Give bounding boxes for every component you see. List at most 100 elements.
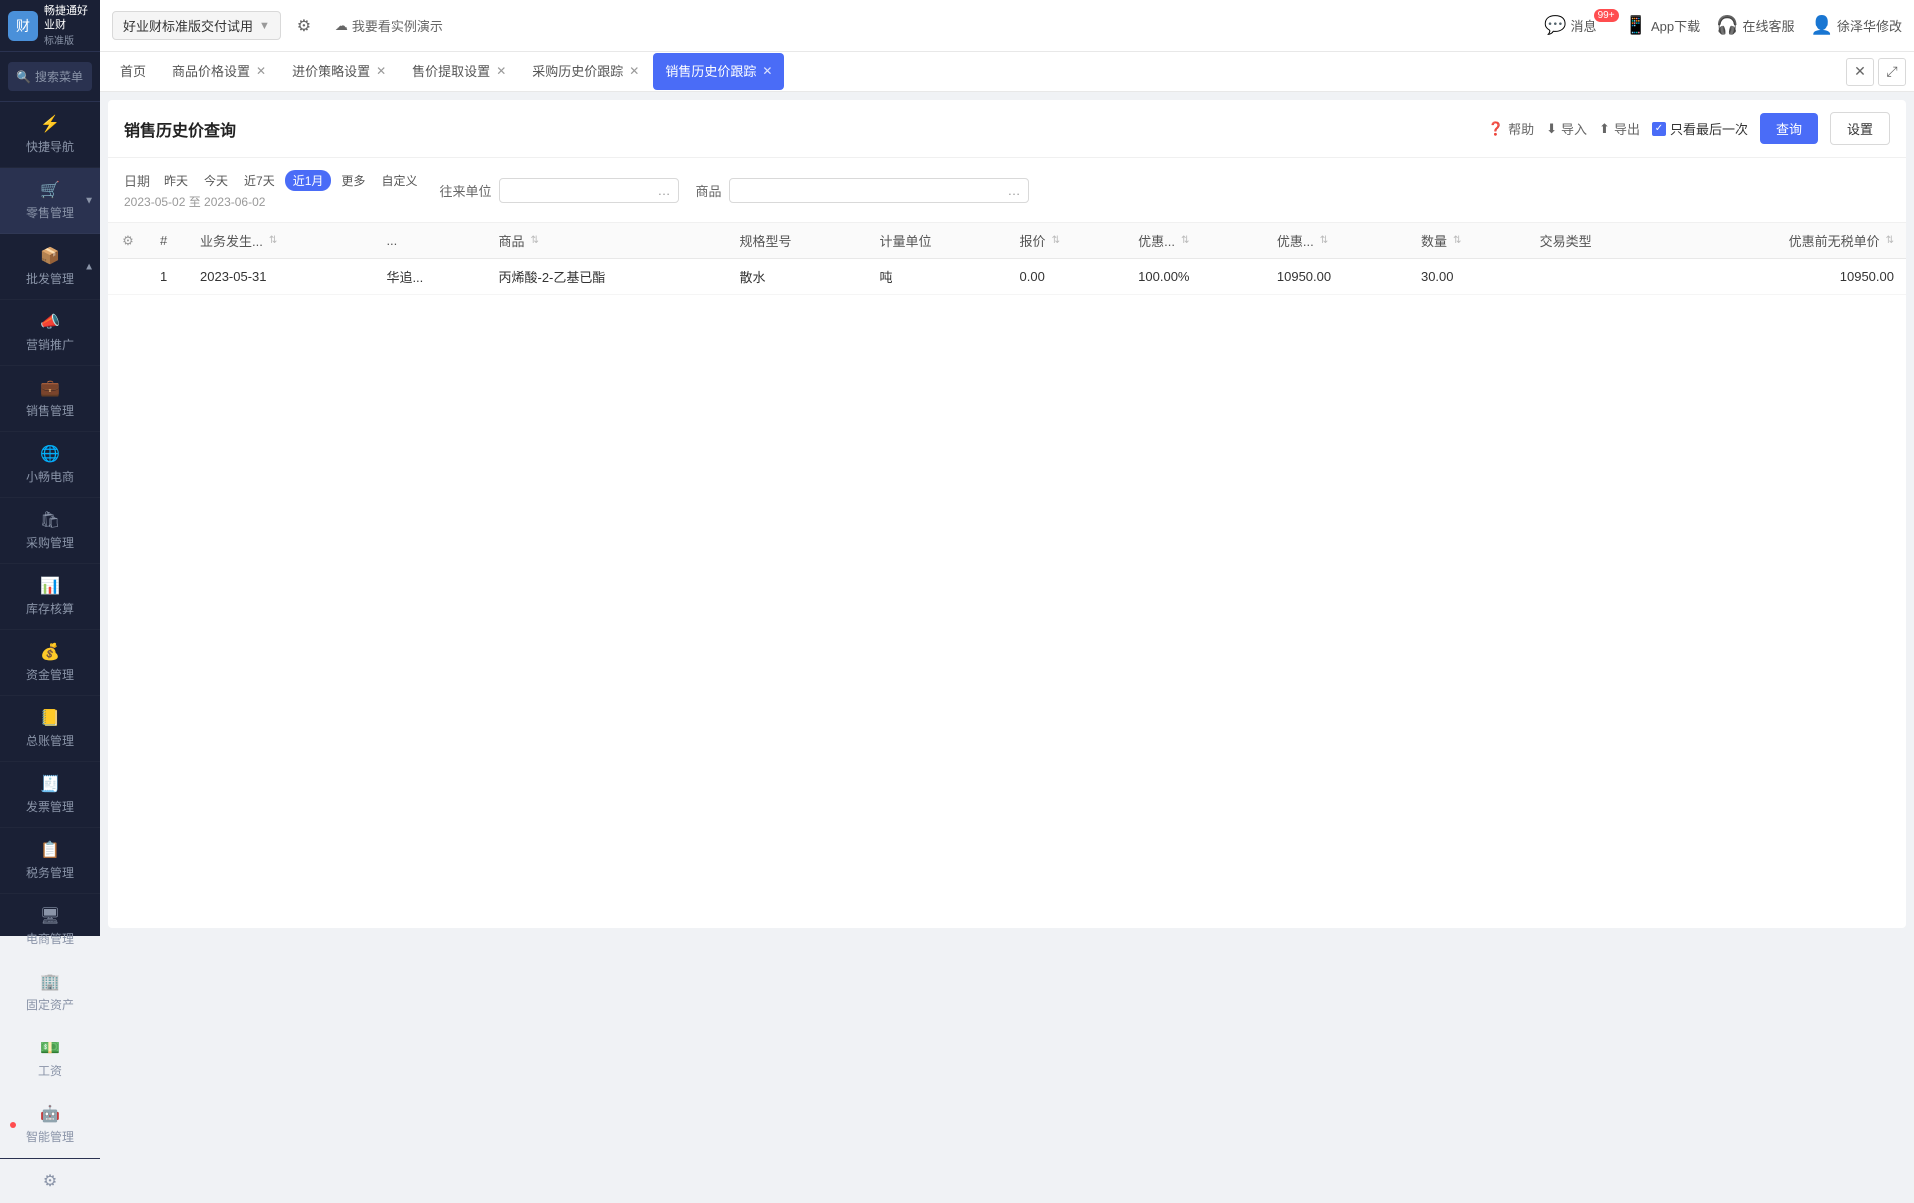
sidebar-item-marketing[interactable]: 📣 营销推广 <box>0 300 100 366</box>
sidebar-item-smart[interactable]: 🤖 智能管理 <box>0 1092 100 1158</box>
col-price[interactable]: 报价 ⇅ <box>1008 223 1127 259</box>
sidebar-item-sales[interactable]: 💼 销售管理 <box>0 366 100 432</box>
sidebar-item-tax[interactable]: 📋 税务管理 <box>0 828 100 894</box>
sidebar-item-salary[interactable]: 💵 工资 <box>0 1026 100 1092</box>
sidebar-item-purchase[interactable]: 🛍 采购管理 <box>0 498 100 564</box>
sidebar-item-assets[interactable]: 🏢 固定资产 <box>0 960 100 1026</box>
tab-sale-extract[interactable]: 售价提取设置 ✕ <box>400 53 518 90</box>
source-input[interactable]: … <box>499 178 679 203</box>
tab-purchase-history-close[interactable]: ✕ <box>629 64 639 78</box>
help-button[interactable]: ❓ 帮助 <box>1488 119 1534 138</box>
col-discount-amt[interactable]: 优惠... ⇅ <box>1265 223 1409 259</box>
col-pretax-price[interactable]: 优惠前无税单价 ⇅ <box>1668 223 1906 259</box>
col-product[interactable]: 商品 ⇅ <box>486 223 727 259</box>
col-quantity[interactable]: 数量 ⇅ <box>1409 223 1528 259</box>
inventory-icon: 📊 <box>40 576 60 596</box>
finance-icon: 💰 <box>40 642 60 662</box>
page-header-actions: ❓ 帮助 ⬇ 导入 ⬆ 导出 ✓ 只看最后一次 查询 设置 <box>1488 112 1890 145</box>
cell-discount-pct: 100.00% <box>1126 259 1265 295</box>
sidebar-settings-button[interactable]: ⚙ <box>0 1158 100 1203</box>
tab-product-price-close[interactable]: ✕ <box>256 64 266 78</box>
gear-icon: ⚙ <box>297 16 311 36</box>
sidebar-item-invoice[interactable]: 🧾 发票管理 <box>0 762 100 828</box>
user-menu[interactable]: 👤 徐泽华修改 <box>1811 15 1902 36</box>
query-button[interactable]: 查询 <box>1760 113 1818 144</box>
tab-purchase-strategy-close[interactable]: ✕ <box>376 64 386 78</box>
tab-sale-extract-close[interactable]: ✕ <box>496 64 506 78</box>
col-extra[interactable]: ... <box>374 223 486 259</box>
cell-num: 1 <box>148 259 188 295</box>
version-dropdown-icon: ▼ <box>259 20 270 32</box>
cell-extra: 华追... <box>374 259 486 295</box>
cell-spec: 散水 <box>728 259 868 295</box>
col-quantity-sort-icon: ⇅ <box>1453 235 1461 246</box>
export-button[interactable]: ⬆ 导出 <box>1599 119 1640 138</box>
sidebar-item-inventory[interactable]: 📊 库存核算 <box>0 564 100 630</box>
col-date[interactable]: 业务发生... ⇅ <box>188 223 374 259</box>
nav-icon: ⚡ <box>40 114 60 134</box>
col-pretax-price-label: 优惠前无税单价 <box>1789 231 1880 250</box>
sidebar-item-nav[interactable]: ⚡ 快捷导航 <box>0 102 100 168</box>
date-last1m[interactable]: 近1月 <box>285 170 332 191</box>
col-product-sort-icon: ⇅ <box>531 235 539 246</box>
headset-icon: 🎧 <box>1716 15 1738 36</box>
sidebar-item-ecommerce[interactable]: 🖥 电商管理 <box>0 894 100 960</box>
version-selector[interactable]: 好业财标准版交付试用 ▼ <box>112 11 281 40</box>
tab-purchase-history-label: 采购历史价跟踪 <box>532 61 623 80</box>
table-row[interactable]: 1 2023-05-31 华追... 丙烯酸-2-乙基已酯 散水 吨 0.00 … <box>108 259 1906 295</box>
col-trans-type-label: 交易类型 <box>1540 231 1592 250</box>
col-discount-amt-label: 优惠... <box>1277 231 1314 250</box>
tab-purchase-strategy[interactable]: 进价策略设置 ✕ <box>280 53 398 90</box>
import-button[interactable]: ⬇ 导入 <box>1546 119 1587 138</box>
product-input[interactable]: … <box>729 178 1029 203</box>
setting-button[interactable]: 设置 <box>1830 112 1890 145</box>
data-table-wrapper: ⚙ # 业务发生... ⇅ ... <box>108 223 1906 928</box>
last-only-checkbox[interactable]: ✓ 只看最后一次 <box>1652 119 1748 138</box>
smart-icon: 🤖 <box>40 1104 60 1124</box>
message-button[interactable]: 💬 99+ 消息 <box>1544 15 1608 36</box>
tab-purchase-history[interactable]: 采购历史价跟踪 ✕ <box>520 53 651 90</box>
data-table: ⚙ # 业务发生... ⇅ ... <box>108 223 1906 295</box>
tab-home[interactable]: 首页 <box>108 53 158 90</box>
col-discount-pct[interactable]: 优惠... ⇅ <box>1126 223 1265 259</box>
sidebar-search-section: 🔍 搜索菜单 <box>0 52 100 102</box>
date-yesterday[interactable]: 昨天 <box>158 170 194 191</box>
service-label: 在线客服 <box>1743 16 1795 35</box>
cell-pretax-price: 10950.00 <box>1668 259 1906 295</box>
sidebar-item-finance[interactable]: 💰 资金管理 <box>0 630 100 696</box>
sidebar-item-retail[interactable]: 🛒 零售管理 ▼ <box>0 168 100 234</box>
product-dots-button[interactable]: … <box>1007 183 1020 198</box>
cell-date: 2023-05-31 <box>188 259 374 295</box>
date-last7[interactable]: 近7天 <box>238 170 281 191</box>
col-unit: 计量单位 <box>868 223 1008 259</box>
col-discount-pct-sort-icon: ⇅ <box>1181 235 1189 246</box>
demo-link[interactable]: ☁ 我要看实例演示 <box>335 16 443 35</box>
salary-icon: 💵 <box>40 1038 60 1058</box>
sidebar-item-ledger[interactable]: 📒 总账管理 <box>0 696 100 762</box>
date-custom[interactable]: 自定义 <box>375 170 423 191</box>
tab-product-price[interactable]: 商品价格设置 ✕ <box>160 53 278 90</box>
sidebar-item-invoice-label: 发票管理 <box>26 798 74 815</box>
version-settings-button[interactable]: ⚙ <box>289 11 319 41</box>
date-more[interactable]: 更多 <box>335 170 371 191</box>
tab-sale-history[interactable]: 销售历史价跟踪 ✕ <box>653 53 784 90</box>
source-dots-button[interactable]: … <box>657 183 670 198</box>
service-button[interactable]: 🎧 在线客服 <box>1716 15 1794 36</box>
app-download-button[interactable]: 📱 App下载 <box>1625 15 1701 36</box>
sidebar-item-sales-label: 销售管理 <box>26 402 74 419</box>
search-menu-button[interactable]: 🔍 搜索菜单 <box>8 62 92 91</box>
col-quantity-label: 数量 <box>1421 231 1447 250</box>
date-filter-label: 日期 <box>124 171 150 190</box>
tab-expand-button[interactable]: ⤢ <box>1878 58 1906 86</box>
column-settings-icon[interactable]: ⚙ <box>122 233 134 248</box>
sidebar-item-ecommerce-label: 电商管理 <box>26 930 74 947</box>
sidebar-item-wholesale[interactable]: 📦 批发管理 ▲ <box>0 234 100 300</box>
table-body: 1 2023-05-31 华追... 丙烯酸-2-乙基已酯 散水 吨 0.00 … <box>108 259 1906 295</box>
demo-icon: ☁ <box>335 18 348 34</box>
sidebar-item-xiaochange[interactable]: 🌐 小畅电商 <box>0 432 100 498</box>
col-date-sort-icon: ⇅ <box>269 235 277 246</box>
date-today[interactable]: 今天 <box>198 170 234 191</box>
tab-sale-history-close[interactable]: ✕ <box>762 64 772 78</box>
tab-close-window-button[interactable]: ✕ <box>1846 58 1874 86</box>
source-filter-label: 往来单位 <box>439 181 491 200</box>
